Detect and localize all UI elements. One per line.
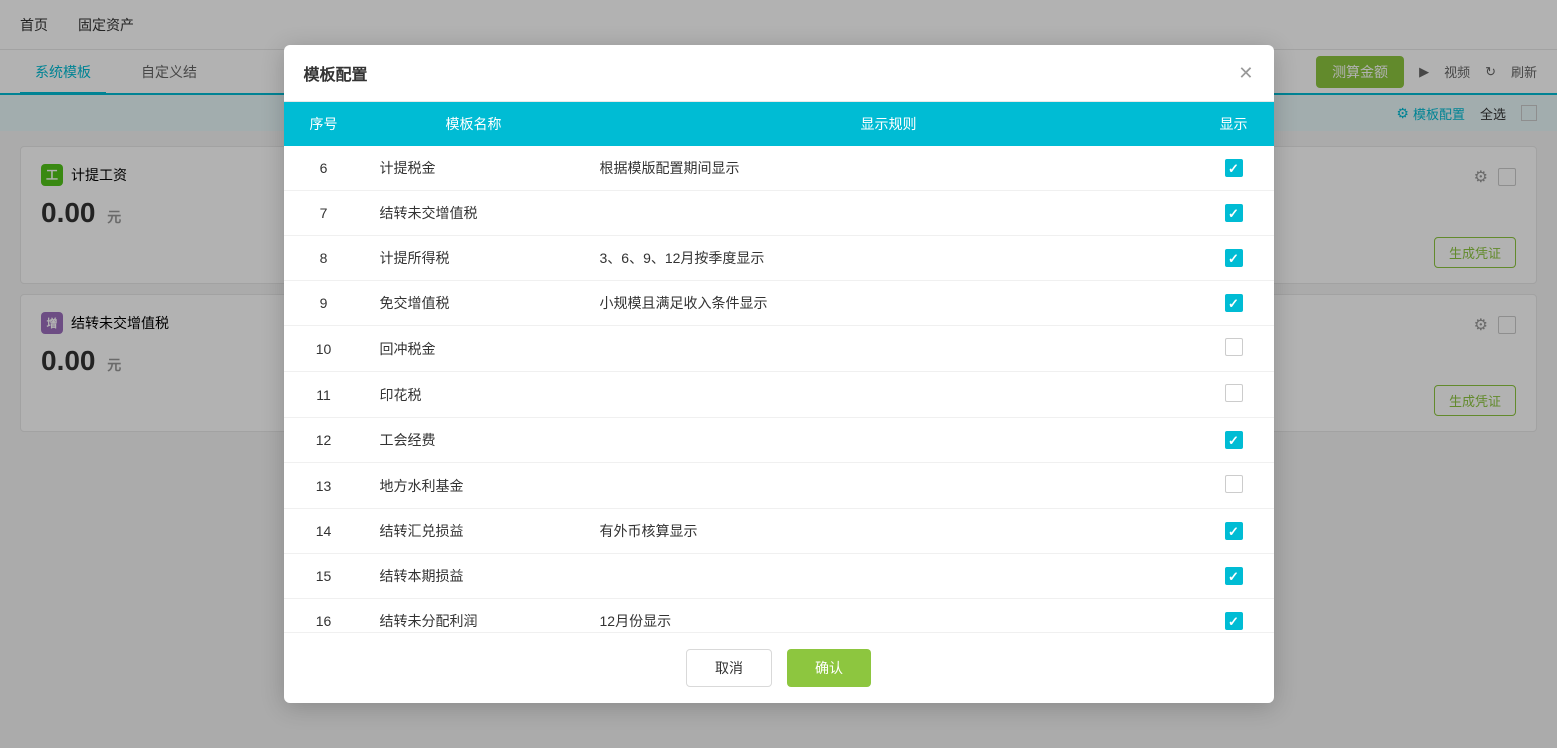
col-header-display: 显示 xyxy=(1194,102,1274,146)
cell-rule xyxy=(584,418,1194,463)
table-row: 7结转未交增值税 xyxy=(284,191,1274,236)
config-table-wrapper[interactable]: 序号 模板名称 显示规则 显示 6计提税金根据模版配置期间显示7结转未交增值税8… xyxy=(284,102,1274,632)
row-checkbox-11[interactable] xyxy=(1225,384,1243,402)
col-header-seq: 序号 xyxy=(284,102,364,146)
modal-overlay: 模板配置 ✕ 序号 模板名称 显示规则 显示 6计提税金根据模版配置期间显 xyxy=(0,0,1557,748)
cell-rule: 3、6、9、12月按季度显示 xyxy=(584,236,1194,281)
row-checkbox-14[interactable] xyxy=(1225,522,1243,540)
row-checkbox-9[interactable] xyxy=(1225,294,1243,312)
col-header-name: 模板名称 xyxy=(364,102,584,146)
cell-name: 地方水利基金 xyxy=(364,463,584,509)
row-checkbox-13[interactable] xyxy=(1225,475,1243,493)
cell-name: 免交增值税 xyxy=(364,281,584,326)
cell-checkbox xyxy=(1194,599,1274,633)
cell-name: 结转汇兑损益 xyxy=(364,509,584,554)
cell-name: 结转本期损益 xyxy=(364,554,584,599)
cancel-button[interactable]: 取消 xyxy=(686,649,772,687)
cell-seq: 10 xyxy=(284,326,364,372)
cell-seq: 13 xyxy=(284,463,364,509)
cell-name: 计提税金 xyxy=(364,146,584,191)
config-table: 序号 模板名称 显示规则 显示 6计提税金根据模版配置期间显示7结转未交增值税8… xyxy=(284,102,1274,632)
cell-checkbox xyxy=(1194,554,1274,599)
cell-name: 结转未分配利润 xyxy=(364,599,584,633)
table-row: 12工会经费 xyxy=(284,418,1274,463)
cell-checkbox xyxy=(1194,509,1274,554)
cell-checkbox xyxy=(1194,372,1274,418)
cell-rule: 12月份显示 xyxy=(584,599,1194,633)
cell-checkbox xyxy=(1194,326,1274,372)
cell-checkbox xyxy=(1194,463,1274,509)
row-checkbox-12[interactable] xyxy=(1225,431,1243,449)
table-row: 9免交增值税小规模且满足收入条件显示 xyxy=(284,281,1274,326)
cell-seq: 11 xyxy=(284,372,364,418)
cell-rule xyxy=(584,554,1194,599)
row-checkbox-16[interactable] xyxy=(1225,612,1243,630)
cell-rule xyxy=(584,191,1194,236)
cell-checkbox xyxy=(1194,418,1274,463)
cell-name: 工会经费 xyxy=(364,418,584,463)
cell-seq: 12 xyxy=(284,418,364,463)
modal-title: 模板配置 xyxy=(304,61,368,85)
template-config-modal: 模板配置 ✕ 序号 模板名称 显示规则 显示 6计提税金根据模版配置期间显 xyxy=(284,45,1274,703)
cell-checkbox xyxy=(1194,146,1274,191)
row-checkbox-6[interactable] xyxy=(1225,159,1243,177)
table-row: 11印花税 xyxy=(284,372,1274,418)
cell-seq: 9 xyxy=(284,281,364,326)
cell-seq: 7 xyxy=(284,191,364,236)
table-row: 8计提所得税3、6、9、12月按季度显示 xyxy=(284,236,1274,281)
table-row: 10回冲税金 xyxy=(284,326,1274,372)
cell-name: 计提所得税 xyxy=(364,236,584,281)
cell-checkbox xyxy=(1194,236,1274,281)
cell-seq: 8 xyxy=(284,236,364,281)
cell-checkbox xyxy=(1194,281,1274,326)
cell-name: 印花税 xyxy=(364,372,584,418)
row-checkbox-8[interactable] xyxy=(1225,249,1243,267)
cell-seq: 16 xyxy=(284,599,364,633)
cell-name: 结转未交增值税 xyxy=(364,191,584,236)
table-row: 13地方水利基金 xyxy=(284,463,1274,509)
cell-rule: 小规模且满足收入条件显示 xyxy=(584,281,1194,326)
modal-close-button[interactable]: ✕ xyxy=(1238,64,1253,82)
row-checkbox-7[interactable] xyxy=(1225,204,1243,222)
cell-rule xyxy=(584,463,1194,509)
row-checkbox-10[interactable] xyxy=(1225,338,1243,356)
row-checkbox-15[interactable] xyxy=(1225,567,1243,585)
cell-seq: 15 xyxy=(284,554,364,599)
cell-rule xyxy=(584,372,1194,418)
cell-seq: 6 xyxy=(284,146,364,191)
confirm-button[interactable]: 确认 xyxy=(787,649,871,687)
cell-seq: 14 xyxy=(284,509,364,554)
col-header-rule: 显示规则 xyxy=(584,102,1194,146)
table-row: 6计提税金根据模版配置期间显示 xyxy=(284,146,1274,191)
cell-checkbox xyxy=(1194,191,1274,236)
cell-rule xyxy=(584,326,1194,372)
cell-name: 回冲税金 xyxy=(364,326,584,372)
cell-rule: 根据模版配置期间显示 xyxy=(584,146,1194,191)
table-row: 14结转汇兑损益有外币核算显示 xyxy=(284,509,1274,554)
table-row: 16结转未分配利润12月份显示 xyxy=(284,599,1274,633)
table-row: 15结转本期损益 xyxy=(284,554,1274,599)
cell-rule: 有外币核算显示 xyxy=(584,509,1194,554)
